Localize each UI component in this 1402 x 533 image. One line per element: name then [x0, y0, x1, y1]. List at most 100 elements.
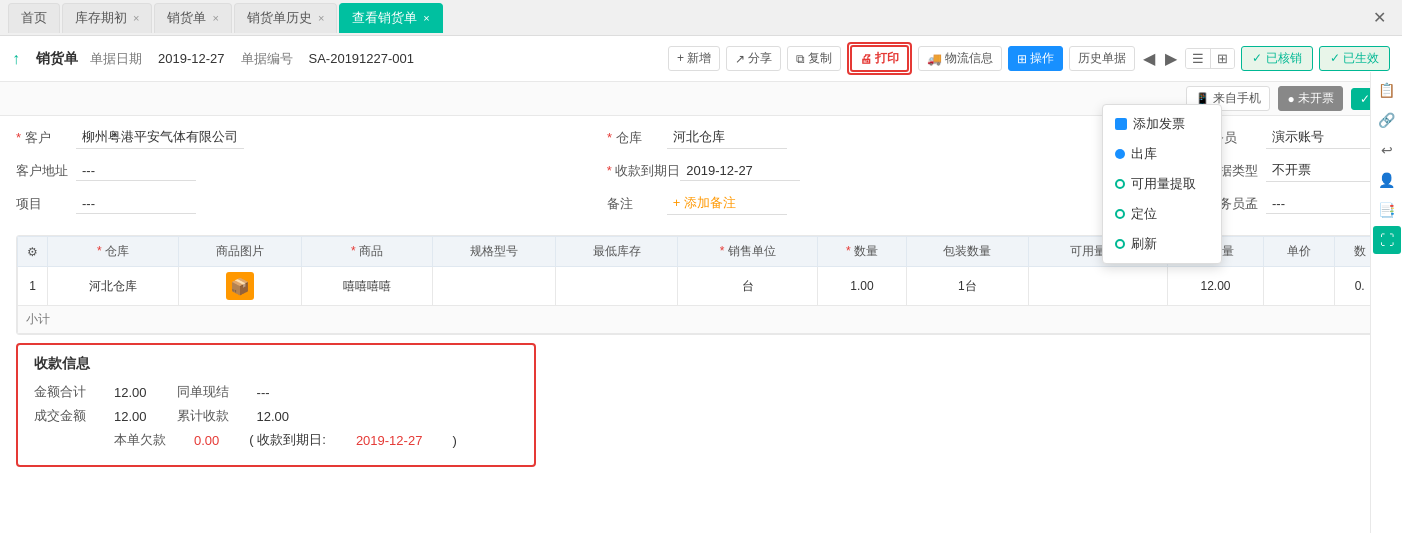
- global-close-button[interactable]: ✕: [1365, 4, 1394, 31]
- number-value: SA-20191227-001: [309, 51, 415, 66]
- customer-value: 柳州粤港平安气体有限公司: [76, 126, 244, 149]
- owed-label: 本单欠款: [114, 431, 194, 449]
- payment-row-2: 成交金额 12.00 累计收款 12.00: [34, 407, 518, 425]
- new-button[interactable]: + 新增: [668, 46, 720, 71]
- print-button[interactable]: 🖨 打印: [850, 45, 909, 72]
- cell-img: 📦: [179, 267, 302, 306]
- close-sales-order[interactable]: ×: [212, 12, 218, 24]
- payment-section: 收款信息 金额合计 12.00 同单现结 --- 成交金额 12.00 累计收款…: [16, 343, 536, 467]
- dropdown-available-qty[interactable]: 可用量提取: [1103, 169, 1221, 199]
- right-sidebar: 📋 🔗 ↩ 👤 📑 ⛶: [1370, 72, 1402, 533]
- doc-type-label: 销货单: [36, 50, 78, 68]
- close-sales-history[interactable]: ×: [318, 12, 324, 24]
- sidebar-icon-4[interactable]: 👤: [1373, 166, 1401, 194]
- dropdown-add-invoice[interactable]: 添加发票: [1103, 109, 1221, 139]
- history-button[interactable]: 历史单据: [1069, 46, 1135, 71]
- print-highlight: 🖨 打印: [847, 42, 912, 75]
- address-field: 客户地址 ---: [16, 161, 607, 181]
- owed-value: 0.00: [194, 433, 219, 448]
- copy-button[interactable]: ⧉ 复制: [787, 46, 841, 71]
- customer-field: 客户 柳州粤港平安气体有限公司: [16, 126, 607, 149]
- doc-toolbar: ↑ 销货单 单据日期 2019-12-27 单据编号 SA-20191227-0…: [0, 36, 1402, 82]
- close-inventory-init[interactable]: ×: [133, 12, 139, 24]
- prev-arrow[interactable]: ◀: [1141, 47, 1157, 70]
- col-unit: 销售单位: [678, 237, 818, 267]
- add-remark-btn[interactable]: + 添加备注: [667, 192, 787, 215]
- col-spec: 规格型号: [433, 237, 556, 267]
- circle-cyan-icon-1: [1115, 179, 1125, 189]
- view-toggle: ☰ ⊞: [1185, 48, 1235, 69]
- grid-view-button[interactable]: ⊞: [1211, 49, 1234, 68]
- employee2-value: ---: [1266, 194, 1386, 214]
- customer-label: 客户: [16, 129, 76, 147]
- sidebar-icon-5[interactable]: 📑: [1373, 196, 1401, 224]
- col-img: 商品图片: [179, 237, 302, 267]
- project-value: ---: [76, 194, 196, 214]
- dropdown-refresh[interactable]: 刷新: [1103, 229, 1221, 259]
- checked-button[interactable]: ✓ 已核销: [1241, 46, 1312, 71]
- sidebar-icon-1[interactable]: 📋: [1373, 76, 1401, 104]
- project-label: 项目: [16, 195, 76, 213]
- close-view-sales[interactable]: ×: [423, 12, 429, 24]
- operate-button[interactable]: ⊞ 操作: [1008, 46, 1063, 71]
- sidebar-icon-2[interactable]: 🔗: [1373, 106, 1401, 134]
- tab-view-sales[interactable]: 查看销货单 ×: [339, 3, 442, 33]
- employee-value: 演示账号: [1266, 126, 1386, 149]
- col-settings: ⚙: [18, 237, 48, 267]
- effect-button[interactable]: ✓ 已生效: [1319, 46, 1390, 71]
- doc-type-icon: ↑: [12, 50, 20, 68]
- payment-date-label: 收款到期日: [607, 162, 681, 180]
- same-order-value: ---: [257, 385, 270, 400]
- date-label: 单据日期: [90, 50, 142, 68]
- warehouse-label: 仓库: [607, 129, 667, 147]
- square-icon: [1115, 118, 1127, 130]
- sidebar-icon-expand[interactable]: ⛶: [1373, 226, 1401, 254]
- col-warehouse: 仓库: [48, 237, 179, 267]
- accum-label: 累计收款: [177, 407, 257, 425]
- owed-note: ( 收款到期日:: [249, 431, 326, 449]
- refresh-label: 刷新: [1131, 235, 1157, 253]
- tab-bar: 首页 库存期初 × 销货单 × 销货单历史 × 查看销货单 × ✕: [0, 0, 1402, 36]
- payment-title: 收款信息: [34, 355, 518, 373]
- tab-home[interactable]: 首页: [8, 3, 60, 33]
- available-qty-label: 可用量提取: [1131, 175, 1196, 193]
- share-button[interactable]: ↗ 分享: [726, 46, 781, 71]
- cell-stock: 12.00: [1167, 267, 1264, 306]
- deal-value: 12.00: [114, 409, 147, 424]
- product-image: 📦: [226, 272, 254, 300]
- dropdown-outbound[interactable]: 出库: [1103, 139, 1221, 169]
- cell-seq: 1: [18, 267, 48, 306]
- cell-unit: 台: [678, 267, 818, 306]
- cell-pack-qty: 1台: [906, 267, 1029, 306]
- cell-product: 嘻嘻嘻嘻: [301, 267, 432, 306]
- list-view-button[interactable]: ☰: [1186, 49, 1211, 68]
- address-label: 客户地址: [16, 162, 76, 180]
- col-price: 单价: [1264, 237, 1335, 267]
- same-order-label: 同单现结: [177, 383, 257, 401]
- tab-inventory-init[interactable]: 库存期初 ×: [62, 3, 152, 33]
- tab-sales-history[interactable]: 销货单历史 ×: [234, 3, 337, 33]
- ticket-value: 不开票: [1266, 159, 1386, 182]
- amount-label: 金额合计: [34, 383, 114, 401]
- dropdown-locate[interactable]: 定位: [1103, 199, 1221, 229]
- main-content: ↑ 销货单 单据日期 2019-12-27 单据编号 SA-20191227-0…: [0, 36, 1402, 533]
- subtotal-label: 小计: [18, 306, 1385, 334]
- cell-min-stock: [555, 267, 678, 306]
- share-icon: ↗: [735, 52, 745, 66]
- number-label: 单据编号: [241, 50, 293, 68]
- cell-warehouse: 河北仓库: [48, 267, 179, 306]
- next-arrow[interactable]: ▶: [1163, 47, 1179, 70]
- subtotal-row: 小计: [18, 306, 1385, 334]
- payment-row-1: 金额合计 12.00 同单现结 ---: [34, 383, 518, 401]
- sidebar-icon-3[interactable]: ↩: [1373, 136, 1401, 164]
- tab-sales-order[interactable]: 销货单 ×: [154, 3, 231, 33]
- copy-icon: ⧉: [796, 52, 805, 66]
- payment-row-3: 本单欠款 0.00 ( 收款到期日: 2019-12-27 ): [34, 431, 518, 449]
- col-min-stock: 最低库存: [555, 237, 678, 267]
- logistics-button[interactable]: 🚚 物流信息: [918, 46, 1002, 71]
- outbound-label: 出库: [1131, 145, 1157, 163]
- deal-label: 成交金额: [34, 407, 114, 425]
- circle-blue-icon: [1115, 149, 1125, 159]
- col-product: 商品: [301, 237, 432, 267]
- not-open-button[interactable]: ● 未开票: [1278, 86, 1342, 111]
